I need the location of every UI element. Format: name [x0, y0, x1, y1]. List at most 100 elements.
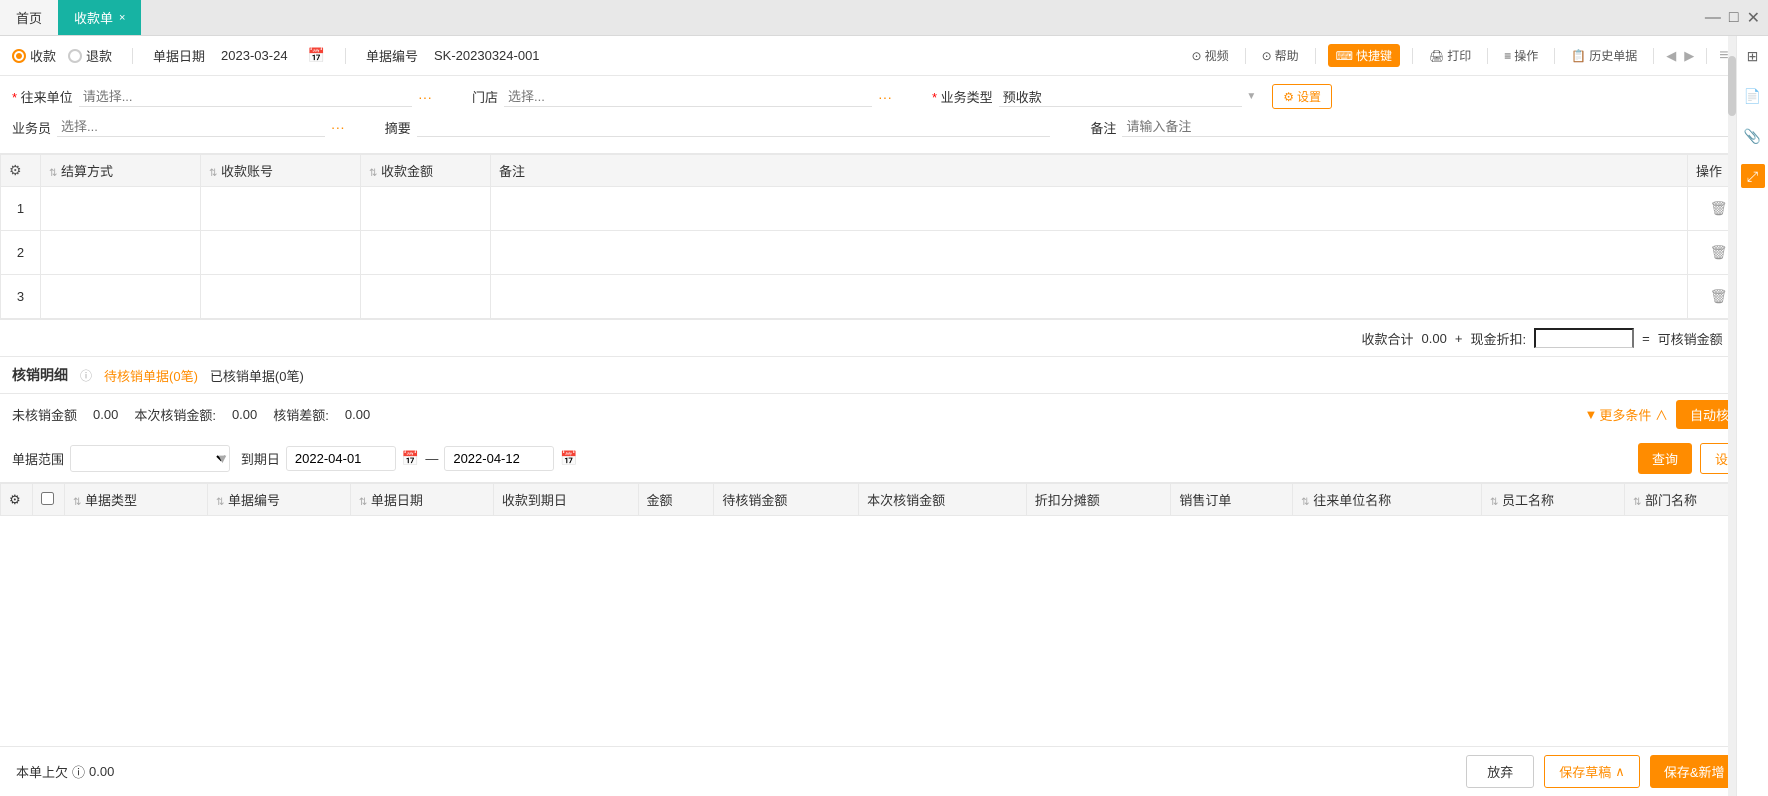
- wt-col-docnum: ⇅ 单据编号: [207, 484, 350, 516]
- more-conditions-btn[interactable]: ▼ 更多条件 ∧: [1584, 405, 1668, 424]
- divider-6: [1487, 48, 1488, 64]
- row-account-2[interactable]: [201, 231, 361, 275]
- wt-settings-icon[interactable]: ⚙: [9, 492, 21, 507]
- salesman-input[interactable]: [57, 117, 325, 137]
- date-value: 2023-03-24: [221, 48, 288, 63]
- summary-input[interactable]: [417, 117, 1051, 137]
- minimize-icon[interactable]: —: [1705, 9, 1721, 27]
- diff-value: 0.00: [345, 407, 370, 422]
- pending-tab[interactable]: 待核销单据(0笔): [104, 366, 198, 385]
- sort-docnum-icon: ⇅: [216, 497, 224, 508]
- partner-label: 往来单位: [12, 87, 73, 106]
- save-draft-arrow-icon: ∧: [1615, 764, 1625, 780]
- print-icon: 🖨: [1429, 49, 1444, 63]
- wt-col-pending: 待核销金额: [714, 484, 859, 516]
- scroll-thumb[interactable]: [1728, 56, 1736, 116]
- writeoff-section: 核销明细 ⓘ 待核销单据(0笔) 已核销单据(0笔) 未核销金额 0.00 本次…: [0, 357, 1768, 746]
- delete-row-1-icon[interactable]: 🗑: [1710, 200, 1728, 217]
- date-to-calendar-icon[interactable]: 📅: [560, 450, 577, 467]
- partner-input[interactable]: [79, 87, 412, 107]
- save-draft-button[interactable]: 保存草稿 ∧: [1544, 755, 1640, 788]
- abandon-button[interactable]: 放弃: [1466, 755, 1534, 788]
- btn-shortcut[interactable]: ⌨ 快捷键: [1328, 44, 1400, 67]
- bottom-info: 本单上欠 ⓘ 0.00: [16, 762, 114, 781]
- biztype-arrow-icon[interactable]: ▼: [1246, 91, 1256, 102]
- row-account-1[interactable]: [201, 187, 361, 231]
- divider-8: [1653, 48, 1654, 64]
- wt-col-amount: 金额: [638, 484, 714, 516]
- receipt-table-wrapper: ⚙ ⇅ 结算方式 ⇅ 收款账号 ⇅ 收款金额 备注: [0, 154, 1768, 320]
- row-settlement-2[interactable]: [41, 231, 201, 275]
- row-settlement-3[interactable]: [41, 275, 201, 319]
- row-settlement-1[interactable]: [41, 187, 201, 231]
- date-from-calendar-icon[interactable]: 📅: [402, 450, 419, 467]
- discount-input[interactable]: [1534, 328, 1634, 348]
- btn-print[interactable]: 🖨 打印: [1425, 45, 1475, 66]
- wt-col-current: 本次核销金额: [859, 484, 1027, 516]
- row-remark-1[interactable]: [491, 187, 1688, 231]
- radio-receive-label: 收款: [30, 46, 56, 65]
- biztype-input[interactable]: [999, 87, 1243, 107]
- table-settings-icon[interactable]: ⚙: [9, 162, 22, 178]
- summary-label: 摘要: [385, 118, 411, 137]
- close-window-icon[interactable]: ✕: [1747, 8, 1760, 28]
- note-label: 备注: [1090, 118, 1116, 137]
- row-amount-1[interactable]: [361, 187, 491, 231]
- scroll-track[interactable]: [1728, 36, 1736, 796]
- date-from-input[interactable]: [286, 446, 396, 471]
- divider-4: [1315, 48, 1316, 64]
- tab-receipt[interactable]: 收款单 ×: [58, 0, 141, 35]
- equals-sign: =: [1642, 331, 1650, 346]
- filter-icon: ▼: [1584, 407, 1597, 422]
- tab-home[interactable]: 首页: [0, 0, 58, 35]
- wt-col-partner: ⇅ 往来单位名称: [1293, 484, 1482, 516]
- writeoff-info-icon[interactable]: ⓘ: [80, 367, 92, 384]
- nav-next-icon[interactable]: ▶: [1684, 48, 1694, 64]
- nav-prev-icon[interactable]: ◀: [1666, 48, 1676, 64]
- range-select[interactable]: [70, 445, 230, 472]
- row-account-3[interactable]: [201, 275, 361, 319]
- calendar-icon[interactable]: 📅: [308, 47, 325, 64]
- row-remark-2[interactable]: [491, 231, 1688, 275]
- col-amount-header: ⇅ 收款金额: [361, 155, 491, 187]
- store-more-icon[interactable]: ···: [878, 89, 892, 105]
- wt-select-all-checkbox[interactable]: [41, 492, 54, 505]
- query-button[interactable]: 查询: [1638, 443, 1692, 474]
- row-remark-3[interactable]: [491, 275, 1688, 319]
- delete-row-2-icon[interactable]: 🗑: [1710, 244, 1728, 261]
- writeoff-stats: 未核销金额 0.00 本次核销金额: 0.00 核销差额: 0.00 ▼ 更多条…: [0, 394, 1768, 435]
- row-seq-1: 1: [1, 187, 41, 231]
- sidebar-doc-icon[interactable]: 📄: [1741, 84, 1765, 108]
- window-controls: — □ ✕: [1705, 8, 1768, 28]
- sort-icon-amount: ⇅: [369, 168, 377, 179]
- bottom-info-icon[interactable]: ⓘ: [72, 762, 85, 781]
- row-amount-3[interactable]: [361, 275, 491, 319]
- divider-9: [1706, 48, 1707, 64]
- maximize-icon[interactable]: □: [1729, 9, 1739, 27]
- salesman-more-icon[interactable]: ···: [331, 119, 345, 135]
- sort-partner-icon: ⇅: [1301, 497, 1309, 508]
- tab-close-icon[interactable]: ×: [119, 12, 125, 24]
- btn-history[interactable]: 📋 历史单据: [1567, 45, 1641, 66]
- store-input[interactable]: [504, 87, 872, 107]
- wt-col-duedate: 收款到期日: [493, 484, 638, 516]
- radio-receive[interactable]: 收款: [12, 46, 56, 65]
- note-field: 备注: [1090, 117, 1756, 137]
- main-container: 收款 退款 单据日期 2023-03-24 📅 单据编号 SK-20230324…: [0, 36, 1768, 796]
- btn-help[interactable]: ⊙ 帮助: [1258, 45, 1303, 66]
- summary-field: 摘要: [385, 117, 1051, 137]
- row-amount-2[interactable]: [361, 231, 491, 275]
- btn-actions[interactable]: ≡ 操作: [1500, 45, 1542, 66]
- settings-button[interactable]: ⚙ 设置: [1272, 84, 1332, 109]
- date-to-input[interactable]: [444, 446, 554, 471]
- current-label: 本次核销金额:: [134, 405, 216, 424]
- sidebar-table-icon[interactable]: ⊞: [1741, 44, 1765, 68]
- partner-more-icon[interactable]: ···: [418, 89, 432, 105]
- sidebar-attach-icon[interactable]: 📎: [1741, 124, 1765, 148]
- delete-row-3-icon[interactable]: 🗑: [1710, 288, 1728, 305]
- sidebar-expand-icon[interactable]: ⤢: [1741, 164, 1765, 188]
- btn-video[interactable]: ⊙ 视频: [1188, 45, 1233, 66]
- note-input[interactable]: [1122, 117, 1756, 137]
- done-tab[interactable]: 已核销单据(0笔): [210, 366, 304, 385]
- radio-refund[interactable]: 退款: [68, 46, 112, 65]
